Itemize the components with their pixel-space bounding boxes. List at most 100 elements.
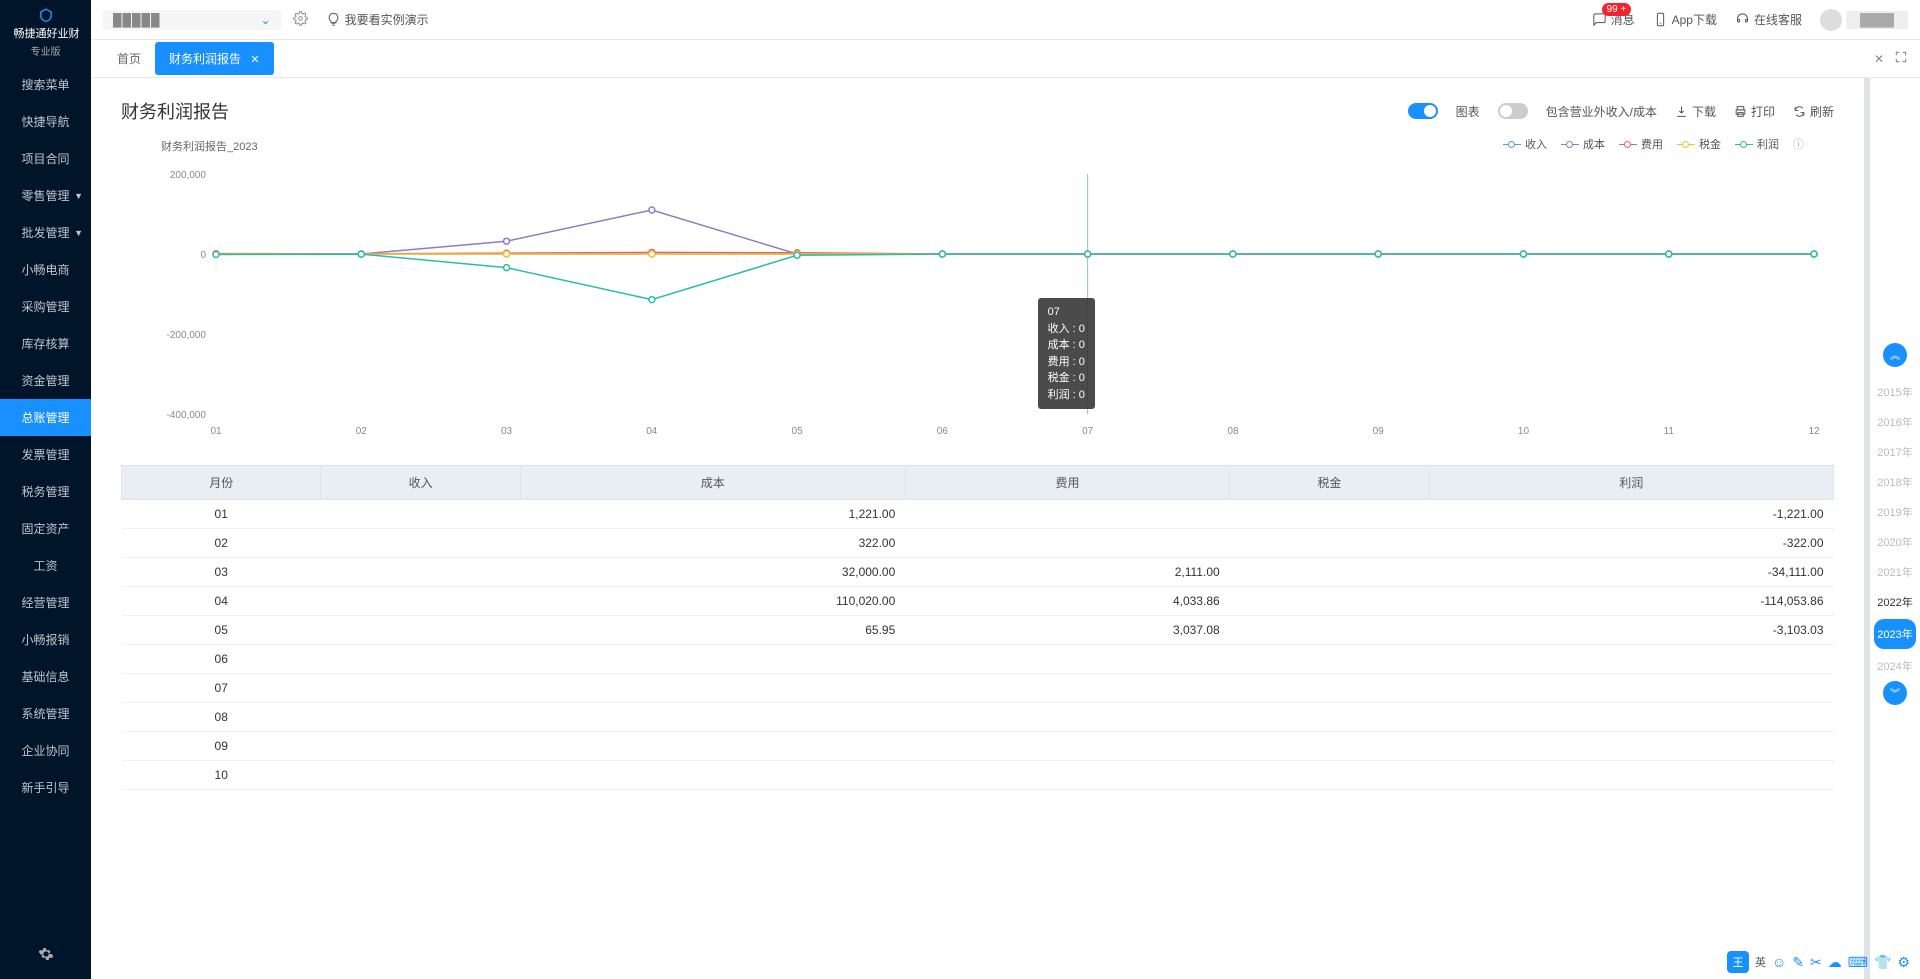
sidebar-item-9[interactable]: 总账管理 xyxy=(0,399,91,436)
info-icon[interactable]: ⓘ xyxy=(1793,136,1804,152)
sidebar-item-14[interactable]: 经营管理 xyxy=(0,584,91,621)
legend-income[interactable]: 收入 xyxy=(1503,136,1547,152)
table-cell xyxy=(905,645,1229,674)
sidebar-item-6[interactable]: 采购管理 xyxy=(0,288,91,325)
sidebar-item-12[interactable]: 固定资产 xyxy=(0,510,91,547)
sidebar-item-16[interactable]: 基础信息 xyxy=(0,658,91,695)
tab-report[interactable]: 财务利润报告 ✕ xyxy=(155,42,274,75)
refresh-button[interactable]: 刷新 xyxy=(1793,103,1834,120)
year-item[interactable]: 2015年 xyxy=(1870,377,1920,407)
table-cell xyxy=(1230,761,1429,790)
year-scroll-down[interactable]: ︾ xyxy=(1883,681,1907,705)
toggle-chart[interactable] xyxy=(1408,103,1438,119)
print-button[interactable]: 打印 xyxy=(1734,103,1775,120)
year-item[interactable]: 2018年 xyxy=(1870,467,1920,497)
year-item[interactable]: 2016年 xyxy=(1870,407,1920,437)
year-item[interactable]: 2020年 xyxy=(1870,527,1920,557)
messages-button[interactable]: 消息 99 + xyxy=(1592,11,1635,28)
toggle-extra[interactable] xyxy=(1498,103,1528,119)
table-row: 10 xyxy=(122,761,1834,790)
sidebar-item-3[interactable]: 零售管理▼ xyxy=(0,177,91,214)
table-cell xyxy=(321,703,520,732)
sidebar-item-0[interactable]: 搜索菜单 xyxy=(0,66,91,103)
table-cell xyxy=(1429,761,1833,790)
sidebar-item-4[interactable]: 批发管理▼ xyxy=(0,214,91,251)
ime-smile-icon[interactable]: ☺ xyxy=(1772,954,1786,970)
sidebar-item-18[interactable]: 企业协同 xyxy=(0,732,91,769)
settings-icon[interactable] xyxy=(0,932,91,979)
legend-tax[interactable]: 税金 xyxy=(1677,136,1721,152)
svg-text:11: 11 xyxy=(1664,426,1675,437)
close-all-icon[interactable]: ✕ xyxy=(1874,52,1884,66)
ime-wang-icon[interactable]: 王 xyxy=(1727,951,1749,973)
logo-icon xyxy=(39,8,53,25)
table-cell: 06 xyxy=(122,645,321,674)
year-item[interactable]: 2022年 xyxy=(1870,587,1920,617)
sidebar-item-7[interactable]: 库存核算 xyxy=(0,325,91,362)
year-item[interactable]: 2019年 xyxy=(1870,497,1920,527)
sidebar-item-19[interactable]: 新手引导 xyxy=(0,769,91,806)
user-menu[interactable]: ████ xyxy=(1820,9,1908,31)
table-row: 09 xyxy=(122,732,1834,761)
messages-badge: 99 + xyxy=(1602,3,1632,16)
year-item[interactable]: 2021年 xyxy=(1870,557,1920,587)
sidebar-item-1[interactable]: 快捷导航 xyxy=(0,103,91,140)
download-button[interactable]: 下载 xyxy=(1675,103,1716,120)
sidebar-item-17[interactable]: 系统管理 xyxy=(0,695,91,732)
svg-text:12: 12 xyxy=(1808,426,1820,437)
tab-home[interactable]: 首页 xyxy=(103,42,155,75)
table-row: 07 xyxy=(122,674,1834,703)
table-cell xyxy=(1230,558,1429,587)
ime-shirt-icon[interactable]: 👕 xyxy=(1874,954,1891,971)
sidebar-item-10[interactable]: 发票管理 xyxy=(0,436,91,473)
legend-cost[interactable]: 成本 xyxy=(1561,136,1605,152)
table-cell xyxy=(1230,616,1429,645)
toggle-chart-label: 图表 xyxy=(1456,103,1480,120)
table-cell xyxy=(905,674,1229,703)
table-header: 收入 xyxy=(321,466,520,500)
sidebar-item-11[interactable]: 税务管理 xyxy=(0,473,91,510)
table-cell: 322.00 xyxy=(520,529,905,558)
chart-canvas[interactable]: 200,0000-200,000-400,0000102030405060708… xyxy=(121,154,1834,444)
org-selector[interactable]: █████ ⌄ xyxy=(103,10,281,30)
table-cell: 08 xyxy=(122,703,321,732)
fullscreen-icon[interactable] xyxy=(1894,50,1908,67)
table-cell: 09 xyxy=(122,732,321,761)
table-cell xyxy=(1230,645,1429,674)
sidebar-item-8[interactable]: 资金管理 xyxy=(0,362,91,399)
lightbulb-icon xyxy=(326,12,341,27)
demo-link[interactable]: 我要看实例演示 xyxy=(326,11,429,28)
year-scroll-up[interactable]: ︽ xyxy=(1883,343,1907,367)
close-icon[interactable]: ✕ xyxy=(250,54,259,66)
svg-text:01: 01 xyxy=(210,426,222,437)
app-download-button[interactable]: App下载 xyxy=(1653,11,1717,28)
ime-cloud-icon[interactable]: ☁ xyxy=(1828,954,1842,971)
support-button[interactable]: 在线客服 xyxy=(1735,11,1802,28)
sidebar-item-2[interactable]: 项目合同 xyxy=(0,140,91,177)
ime-scissors-icon[interactable]: ✂ xyxy=(1810,954,1822,971)
table-cell xyxy=(905,500,1229,529)
ime-taskbar: 王 英 ☺ ✎ ✂ ☁ ⌨ 👕 ⚙ xyxy=(1727,951,1910,973)
sidebar-item-5[interactable]: 小畅电商 xyxy=(0,251,91,288)
year-item[interactable]: 2023年 xyxy=(1874,619,1916,649)
table-cell: -3,103.03 xyxy=(1429,616,1833,645)
ime-gear-icon[interactable]: ⚙ xyxy=(1897,954,1910,971)
demo-label: 我要看实例演示 xyxy=(345,11,429,28)
sidebar-item-13[interactable]: 工资 xyxy=(0,547,91,584)
gear-icon[interactable] xyxy=(293,11,308,29)
table-cell xyxy=(1429,674,1833,703)
year-item[interactable]: 2017年 xyxy=(1870,437,1920,467)
table-cell xyxy=(1230,529,1429,558)
avatar xyxy=(1820,9,1842,31)
ime-keyboard-icon[interactable]: ⌨ xyxy=(1848,954,1868,971)
legend-profit[interactable]: 利润 xyxy=(1735,136,1779,152)
svg-text:08: 08 xyxy=(1227,426,1239,437)
logo: 畅捷通好业财 专业版 xyxy=(0,0,91,66)
table-cell xyxy=(1230,500,1429,529)
sidebar-item-15[interactable]: 小畅报销 xyxy=(0,621,91,658)
table-cell xyxy=(520,645,905,674)
year-item[interactable]: 2024年 xyxy=(1870,651,1920,681)
legend-expense[interactable]: 费用 xyxy=(1619,136,1663,152)
ime-lang[interactable]: 英 xyxy=(1755,954,1766,970)
ime-edit-icon[interactable]: ✎ xyxy=(1792,954,1804,971)
